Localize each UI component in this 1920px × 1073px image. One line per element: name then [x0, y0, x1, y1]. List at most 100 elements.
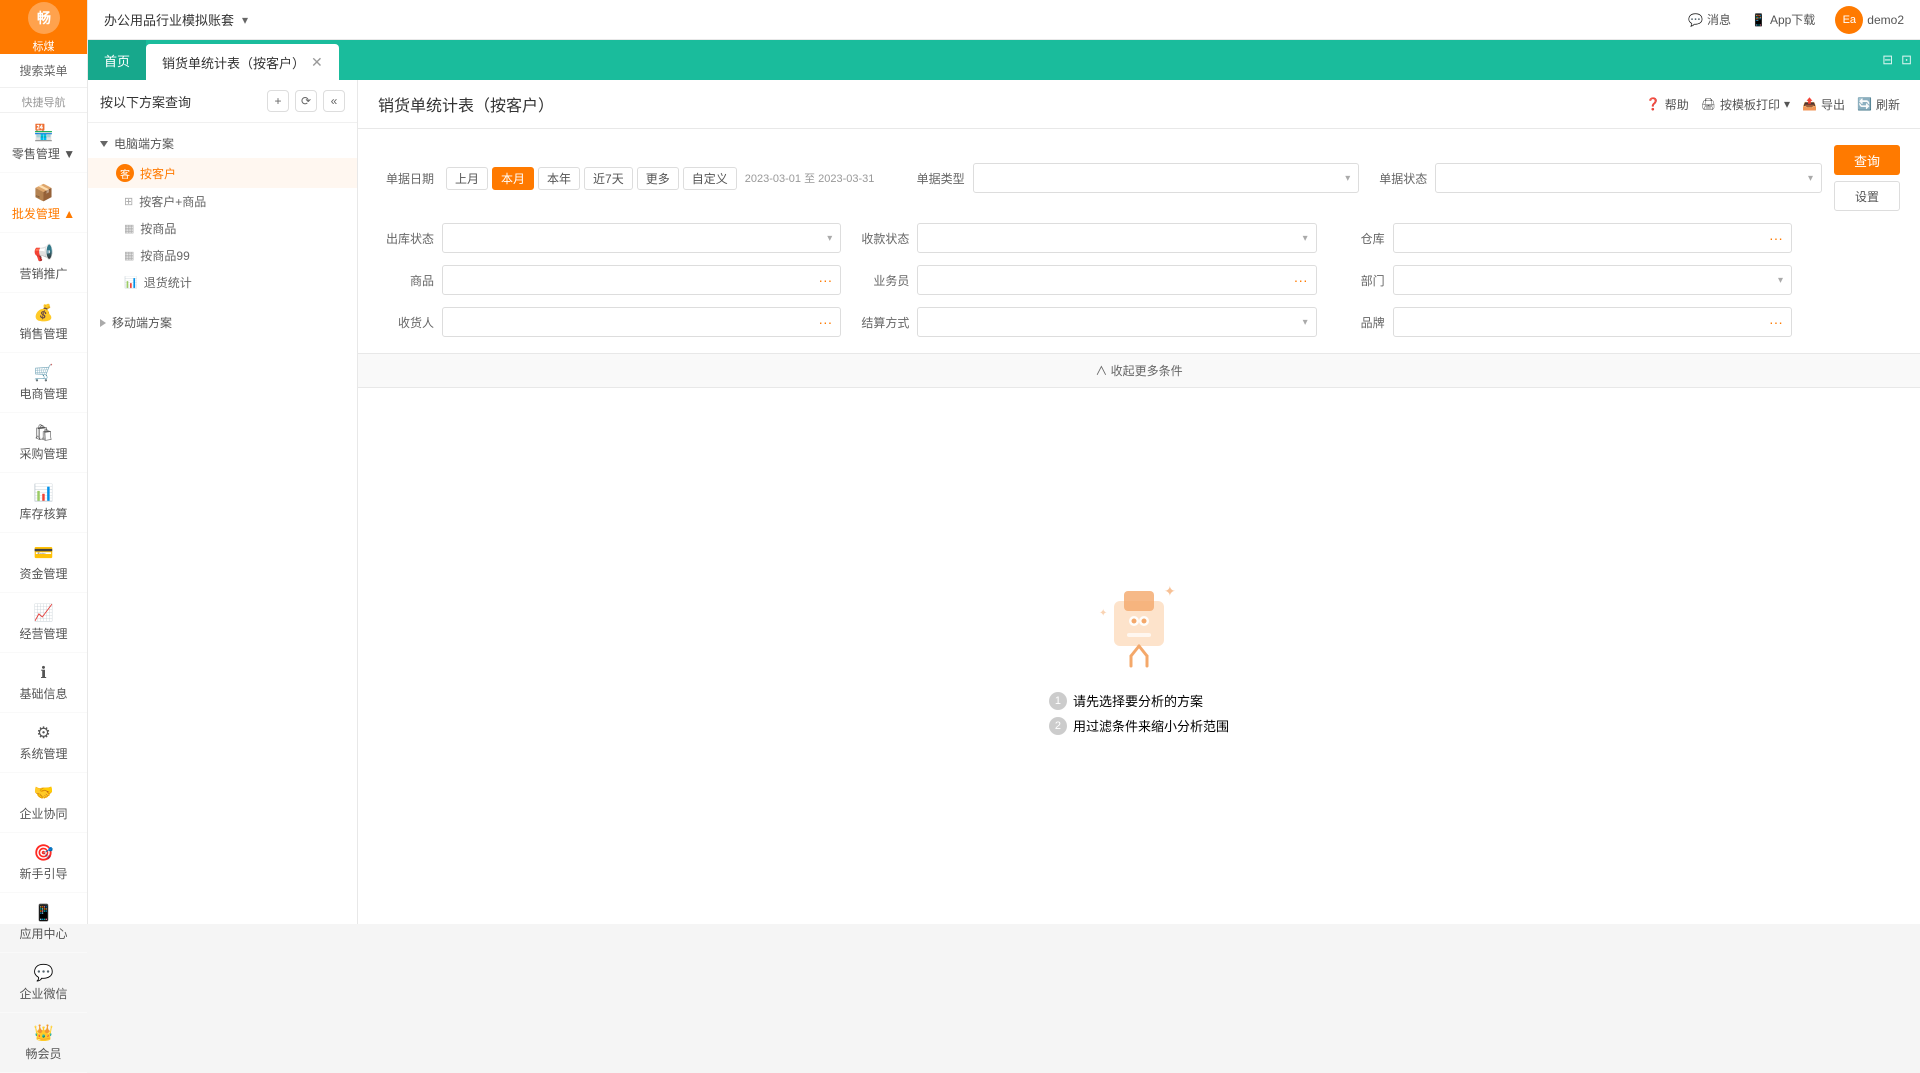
- wechat-icon: 💬: [4, 963, 83, 983]
- tab-close-btn[interactable]: ✕: [311, 54, 323, 71]
- page-title: 销货单统计表（按客户）: [378, 92, 554, 128]
- sidebar-item-marketing[interactable]: 📢 营销推广: [0, 233, 87, 293]
- sidebar-item-newbie[interactable]: 🎯 新手引导: [0, 833, 87, 893]
- left-panel-header: 按以下方案查询 + ⟳ «: [88, 80, 357, 123]
- plan-group-pc: 电脑端方案 客 按客户 ⊞ 按客户+商品 ▦ 按商品 ▦ 按商品99: [88, 123, 357, 302]
- refresh-plan-btn[interactable]: ⟳: [295, 90, 317, 112]
- main-area: 办公用品行业模拟账套 ▾ 💬 消息 📱 App下载 Ea demo2 首页: [88, 0, 1920, 924]
- warehouse-dots[interactable]: ···: [1769, 230, 1783, 246]
- sidebar-item-operations[interactable]: 📈 经营管理: [0, 593, 87, 653]
- topbar-dropdown-btn[interactable]: ▾: [242, 13, 248, 27]
- marketing-icon: 📢: [4, 243, 83, 263]
- type-select-chevron: ▾: [1345, 173, 1350, 184]
- enterprise-icon: 🤝: [4, 783, 83, 803]
- setting-btn[interactable]: 设置: [1834, 181, 1900, 211]
- maximize-icon[interactable]: ⊡: [1901, 52, 1912, 68]
- export-btn[interactable]: 📤 导出: [1802, 96, 1845, 113]
- plan-item-customer[interactable]: 客 按客户: [88, 158, 357, 188]
- user-area[interactable]: Ea demo2: [1835, 6, 1904, 34]
- empty-illustration: ✦ ✦: [1079, 571, 1199, 671]
- date-prev-month-btn[interactable]: 上月: [446, 167, 488, 190]
- brand-dots[interactable]: ···: [1769, 314, 1783, 330]
- app-download-btn[interactable]: 📱 App下载: [1751, 11, 1815, 28]
- empty-tip-1: 1 请先选择要分析的方案: [1049, 691, 1229, 710]
- out-status-select[interactable]: ▾: [442, 223, 841, 253]
- sidebar-item-inventory[interactable]: 📊 库存核算: [0, 473, 87, 533]
- sidebar-item-retail[interactable]: 🏪 零售管理 ▼: [0, 113, 87, 173]
- salesperson-dots[interactable]: ···: [1294, 272, 1308, 288]
- dept-select[interactable]: ▾: [1393, 265, 1792, 295]
- out-chevron: ▾: [827, 233, 832, 244]
- add-plan-btn[interactable]: +: [267, 90, 289, 112]
- sidebar-item-apps[interactable]: 📱 应用中心: [0, 893, 87, 953]
- plan-sub-return[interactable]: 📊 退货统计: [88, 269, 357, 296]
- left-panel: 按以下方案查询 + ⟳ « 电脑端方案 客 按客户 ⊞: [88, 80, 358, 924]
- collapse-more-bar[interactable]: ∧ 收起更多条件: [358, 354, 1920, 388]
- sidebar-item-basic[interactable]: ℹ 基础信息: [0, 653, 87, 713]
- inventory-icon: 📊: [4, 483, 83, 503]
- date-more-btn[interactable]: 更多: [637, 167, 679, 190]
- sidebar-item-sales[interactable]: 💰 销售管理: [0, 293, 87, 353]
- collapse-label: 收起更多条件: [1111, 364, 1183, 378]
- plan-group-header-pc[interactable]: 电脑端方案: [88, 129, 357, 158]
- sidebar-item-member[interactable]: 👑 畅会员: [0, 1013, 87, 1073]
- plan-sub-customer-goods[interactable]: ⊞ 按客户+商品: [88, 188, 357, 215]
- sales-icon: 💰: [4, 303, 83, 323]
- system-icon: ⚙: [4, 723, 83, 743]
- warehouse-input[interactable]: ···: [1393, 223, 1792, 253]
- help-btn[interactable]: ❓ 帮助: [1646, 96, 1689, 113]
- settlement-select[interactable]: ▾: [917, 307, 1316, 337]
- salesperson-input[interactable]: ···: [917, 265, 1316, 295]
- collapse-panel-btn[interactable]: «: [323, 90, 345, 112]
- print-dropdown-icon[interactable]: ▾: [1784, 97, 1790, 111]
- sidebar-item-wechat[interactable]: 💬 企业微信: [0, 953, 87, 1013]
- type-select[interactable]: ▾: [973, 163, 1360, 193]
- status-select[interactable]: ▾: [1435, 163, 1822, 193]
- message-icon: 💬: [1688, 13, 1703, 27]
- refresh-label: 刷新: [1876, 96, 1900, 113]
- sidebar-item-enterprise[interactable]: 🤝 企业协同: [0, 773, 87, 833]
- sub-icon-return: 📊: [124, 276, 138, 289]
- minimize-icon[interactable]: ⊟: [1882, 52, 1893, 68]
- tip-text-2: 用过滤条件来缩小分析范围: [1073, 716, 1229, 735]
- print-btn[interactable]: 🖨 按模板打印 ▾: [1701, 96, 1790, 113]
- plan-sub-goods[interactable]: ▦ 按商品: [88, 215, 357, 242]
- sidebar-search[interactable]: 搜索菜单: [0, 54, 87, 88]
- plan-sub-return-label: 退货统计: [144, 274, 192, 291]
- goods-dots[interactable]: ···: [818, 272, 832, 288]
- sidebar-logo-text: 标煤: [33, 38, 55, 54]
- plan-group-header-mobile[interactable]: 移动端方案: [88, 308, 357, 337]
- plan-item-customer-label: 按客户: [140, 165, 176, 182]
- tab-home[interactable]: 首页: [88, 40, 146, 80]
- sidebar-item-finance[interactable]: 💳 资金管理: [0, 533, 87, 593]
- pay-status-select[interactable]: ▾: [917, 223, 1316, 253]
- sidebar-item-inventory-label: 库存核算: [4, 505, 83, 522]
- date-custom-btn[interactable]: 自定义: [683, 167, 737, 190]
- username-label: demo2: [1867, 13, 1904, 27]
- sidebar-item-wholesale[interactable]: 📦 批发管理 ▲: [0, 173, 87, 233]
- refresh-btn[interactable]: 🔄 刷新: [1857, 96, 1900, 113]
- sidebar-item-system[interactable]: ⚙ 系统管理: [0, 713, 87, 773]
- tab-sales-report[interactable]: 销货单统计表（按客户） ✕: [146, 44, 339, 80]
- sidebar-item-sales-label: 销售管理: [4, 325, 83, 342]
- date-this-month-btn[interactable]: 本月: [492, 167, 534, 190]
- sidebar-item-purchase[interactable]: 🛍 采购管理: [0, 413, 87, 473]
- collapse-up-icon: ∧: [1095, 364, 1107, 378]
- date-7days-btn[interactable]: 近7天: [584, 167, 633, 190]
- message-btn[interactable]: 💬 消息: [1688, 11, 1731, 28]
- goods-input[interactable]: ···: [442, 265, 841, 295]
- query-btn[interactable]: 查询: [1834, 145, 1900, 175]
- print-icon: 🖨: [1701, 97, 1716, 111]
- date-this-year-btn[interactable]: 本年: [538, 167, 580, 190]
- receiver-input[interactable]: ···: [442, 307, 841, 337]
- svg-text:✦: ✦: [1099, 608, 1107, 619]
- receiver-dots[interactable]: ···: [818, 314, 832, 330]
- plan-sub-goods99[interactable]: ▦ 按商品99: [88, 242, 357, 269]
- receiver-label: 收货人: [378, 314, 434, 331]
- query-btn-area: 查询 设置: [1834, 145, 1900, 211]
- tab-maximize-area: ⊟ ⊡: [1882, 52, 1912, 68]
- search-menu-btn[interactable]: 搜索菜单: [19, 64, 67, 78]
- pay-status-label: 收款状态: [853, 230, 909, 247]
- sidebar-item-ecommerce[interactable]: 🛒 电商管理: [0, 353, 87, 413]
- brand-input[interactable]: ···: [1393, 307, 1792, 337]
